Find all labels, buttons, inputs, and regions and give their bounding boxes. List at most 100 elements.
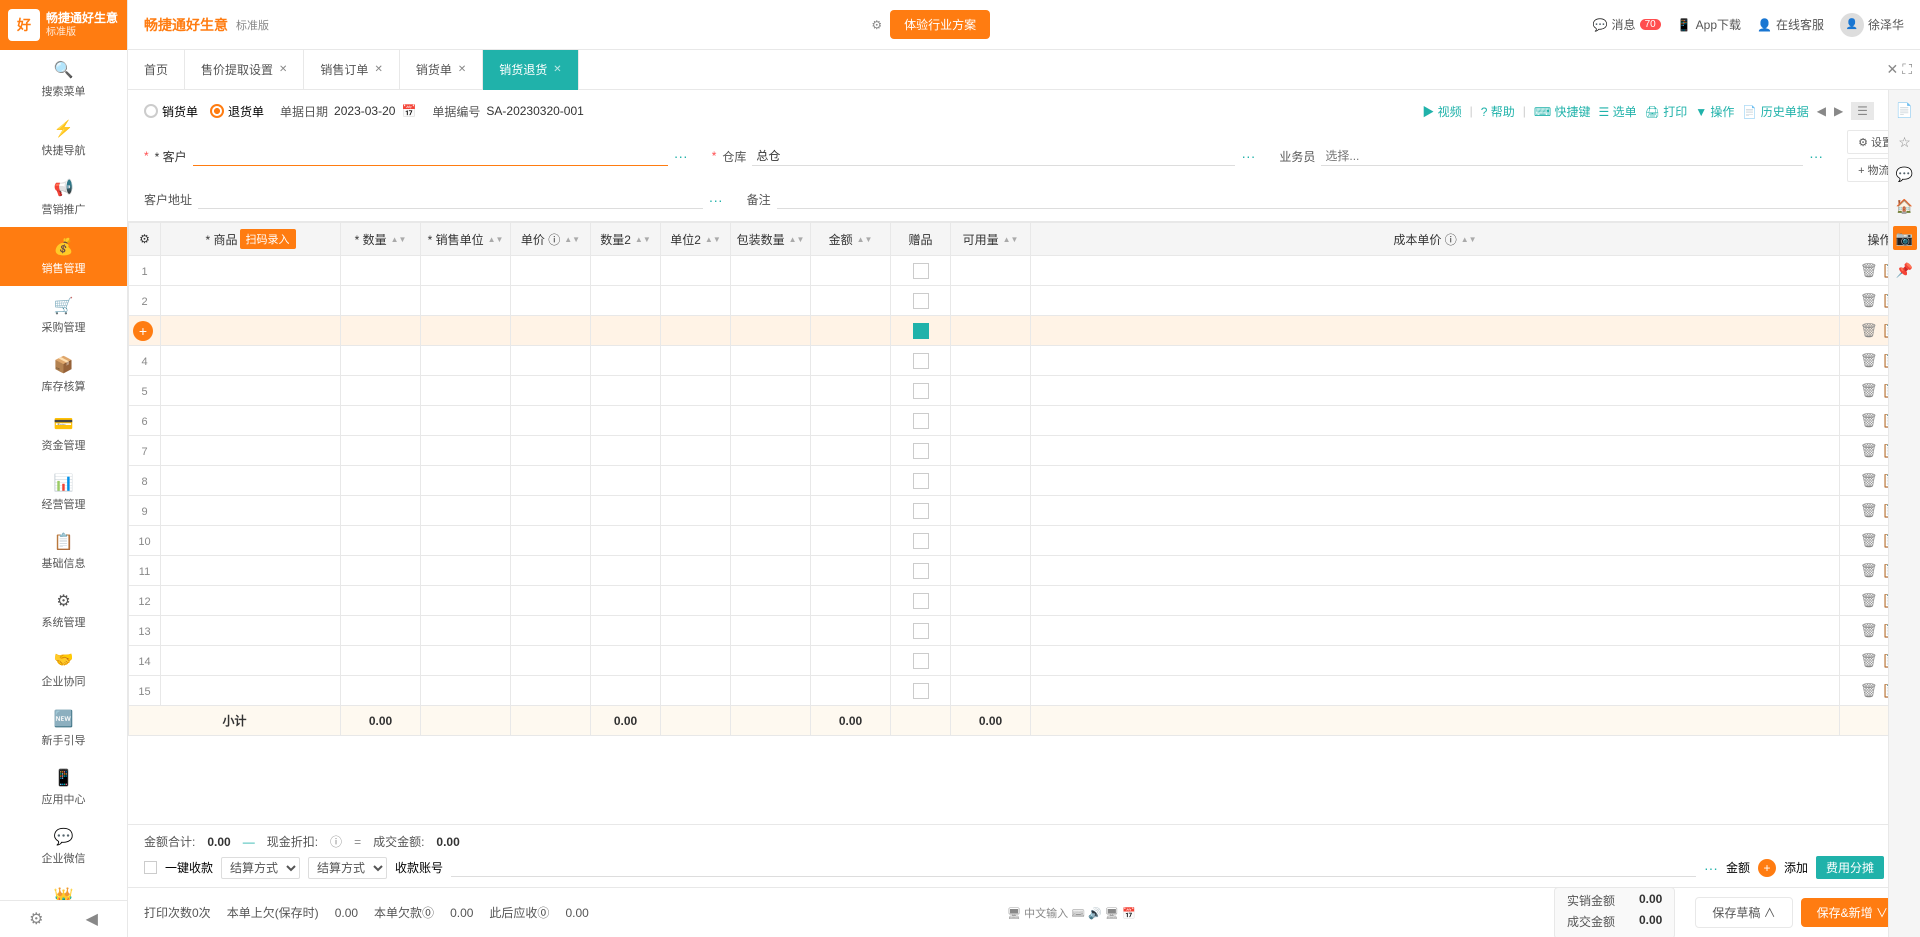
calc-method-select[interactable]: 结算方式 — [308, 857, 387, 879]
history-btn[interactable]: 📄 历史单据 — [1742, 103, 1808, 120]
row-qty2-1[interactable] — [591, 256, 661, 286]
row-qty-2[interactable] — [341, 286, 421, 316]
qty2-sort-icon[interactable]: ▲▼ — [635, 235, 651, 244]
delete-row-5-btn[interactable]: 🗑 — [1860, 382, 1878, 399]
delete-row-7-btn[interactable]: 🗑 — [1860, 442, 1878, 459]
delete-row-9-btn[interactable]: 🗑 — [1860, 502, 1878, 519]
row-qty2-3[interactable] — [591, 316, 661, 346]
row-packqty-1[interactable] — [731, 256, 811, 286]
sidebar-collapse-btn[interactable]: ◀ — [86, 909, 98, 929]
delete-row-4-btn[interactable]: 🗑 — [1860, 352, 1878, 369]
gift-checkbox-12[interactable] — [913, 593, 929, 609]
customer-input[interactable] — [193, 147, 668, 166]
gift-checkbox-11[interactable] — [913, 563, 929, 579]
tab-order-close[interactable]: ✕ — [374, 64, 382, 75]
gift-checkbox-15[interactable] — [913, 683, 929, 699]
sidebar-item-operation[interactable]: 📊 经营管理 — [0, 463, 127, 522]
row-packqty-2[interactable] — [731, 286, 811, 316]
sidebar-item-wechat[interactable]: 💬 企业微信 — [0, 817, 127, 876]
cash-discount-info-icon[interactable]: ⓘ — [330, 833, 342, 850]
row-available-1[interactable] — [951, 256, 1031, 286]
video-btn[interactable]: ▶ 视频 — [1422, 103, 1461, 120]
right-panel-camera-icon[interactable]: 📷 — [1893, 226, 1917, 250]
amount-sort-icon[interactable]: ▲▼ — [857, 235, 873, 244]
row-unit2-2[interactable] — [661, 286, 731, 316]
row-unit2-3[interactable] — [661, 316, 731, 346]
delete-row-12-btn[interactable]: 🗑 — [1860, 592, 1878, 609]
tab-return-close[interactable]: ✕ — [553, 64, 561, 75]
qty-sort-icon[interactable]: ▲▼ — [391, 235, 407, 244]
sidebar-item-inventory[interactable]: 📦 库存核算 — [0, 345, 127, 404]
gift-checkbox-8[interactable] — [913, 473, 929, 489]
tab-price-close[interactable]: ✕ — [279, 64, 287, 75]
gift-checkbox-7[interactable] — [913, 443, 929, 459]
gift-checkbox-6[interactable] — [913, 413, 929, 429]
settlement-select[interactable]: 结算方式 — [221, 857, 300, 879]
gift-checkbox-2[interactable] — [913, 293, 929, 309]
sidebar-item-shortcut[interactable]: ⚡ 快捷导航 — [0, 109, 127, 168]
staff-input[interactable] — [1321, 147, 1803, 166]
address-input[interactable] — [198, 190, 703, 209]
row-amount-1[interactable] — [811, 256, 891, 286]
date-picker-icon[interactable]: 📅 — [401, 104, 416, 118]
delete-row-3-btn[interactable]: 🗑 — [1860, 322, 1878, 339]
sidebar-item-purchase[interactable]: 🛒 采购管理 — [0, 286, 127, 345]
unit-sort-icon[interactable]: ▲▼ — [488, 235, 504, 244]
row-unit2-1[interactable] — [661, 256, 731, 286]
help-btn[interactable]: ? 帮助 — [1481, 103, 1515, 120]
sidebar-item-enterprise[interactable]: 🤝 企业协同 — [0, 640, 127, 699]
warehouse-select-btn[interactable]: ··· — [1241, 148, 1255, 164]
delete-row-1-btn[interactable]: 🗑 — [1860, 262, 1878, 279]
delete-row-2-btn[interactable]: 🗑 — [1860, 292, 1878, 309]
row-unit-2[interactable] — [421, 286, 511, 316]
select-btn[interactable]: ☰ 选单 — [1599, 103, 1637, 120]
tab-order[interactable]: 销售订单 ✕ — [304, 50, 399, 90]
operate-btn[interactable]: ▼ 操作 — [1695, 103, 1734, 120]
print-btn[interactable]: 🖨 打印 — [1645, 103, 1688, 120]
sidebar-item-search[interactable]: 🔍 搜索菜单 — [0, 50, 127, 109]
row-amount-2[interactable] — [811, 286, 891, 316]
gift-checkbox-9[interactable] — [913, 503, 929, 519]
delete-row-11-btn[interactable]: 🗑 — [1860, 562, 1878, 579]
right-panel-star-icon[interactable]: ☆ — [1893, 130, 1917, 154]
row-price-3[interactable] — [511, 316, 591, 346]
account-input[interactable] — [451, 858, 1696, 877]
th-gear[interactable]: ⚙ — [129, 223, 161, 256]
row-cost-price-3[interactable] — [1031, 316, 1840, 346]
unit2-sort-icon[interactable]: ▲▼ — [705, 235, 721, 244]
delete-row-6-btn[interactable]: 🗑 — [1860, 412, 1878, 429]
price-sort-icon[interactable]: ▲▼ — [564, 235, 580, 244]
gift-checkbox-3[interactable] — [913, 323, 929, 339]
sidebar-item-system[interactable]: ⚙ 系统管理 — [0, 581, 127, 640]
costprice-sort-icon[interactable]: ▲▼ — [1461, 235, 1477, 244]
prev-record-btn[interactable]: ◀ — [1817, 104, 1826, 118]
row-price-1[interactable] — [511, 256, 591, 286]
row-qty2-2[interactable] — [591, 286, 661, 316]
radio-delivery[interactable]: 销货单 — [144, 103, 198, 120]
row-gift-3[interactable] — [891, 316, 951, 346]
message-item[interactable]: 💬 消息 70 — [1593, 16, 1661, 33]
gift-checkbox-5[interactable] — [913, 383, 929, 399]
row-cost-price-2[interactable] — [1031, 286, 1840, 316]
row-gift-1[interactable] — [891, 256, 951, 286]
row-unit-1[interactable] — [421, 256, 511, 286]
packqty-sort-icon[interactable]: ▲▼ — [789, 235, 805, 244]
available-sort-icon[interactable]: ▲▼ — [1003, 235, 1019, 244]
product-input-3[interactable] — [165, 324, 336, 338]
shortcut-key-btn[interactable]: ⌨ 快捷键 — [1534, 103, 1591, 120]
row-packqty-3[interactable] — [731, 316, 811, 346]
row-product-1[interactable] — [161, 256, 341, 286]
row-unit-3[interactable] — [421, 316, 511, 346]
sidebar-item-guide[interactable]: 🆕 新手引导 — [0, 699, 127, 758]
delete-row-14-btn[interactable]: 🗑 — [1860, 652, 1878, 669]
tab-return[interactable]: 销货退货 ✕ — [483, 50, 578, 90]
tab-delivery[interactable]: 销货单 ✕ — [400, 50, 483, 90]
sidebar-item-marketing[interactable]: 📢 营销推广 — [0, 168, 127, 227]
delete-row-10-btn[interactable]: 🗑 — [1860, 532, 1878, 549]
gift-checkbox-13[interactable] — [913, 623, 929, 639]
topbar-settings-icon[interactable]: ⚙ — [871, 18, 882, 32]
right-panel-chat-icon[interactable]: 💬 — [1893, 162, 1917, 186]
sidebar-item-sales[interactable]: 💰 销售管理 — [0, 227, 127, 286]
right-panel-copy-icon[interactable]: 📄 — [1893, 98, 1917, 122]
add-payment-btn[interactable]: + — [1758, 859, 1776, 877]
